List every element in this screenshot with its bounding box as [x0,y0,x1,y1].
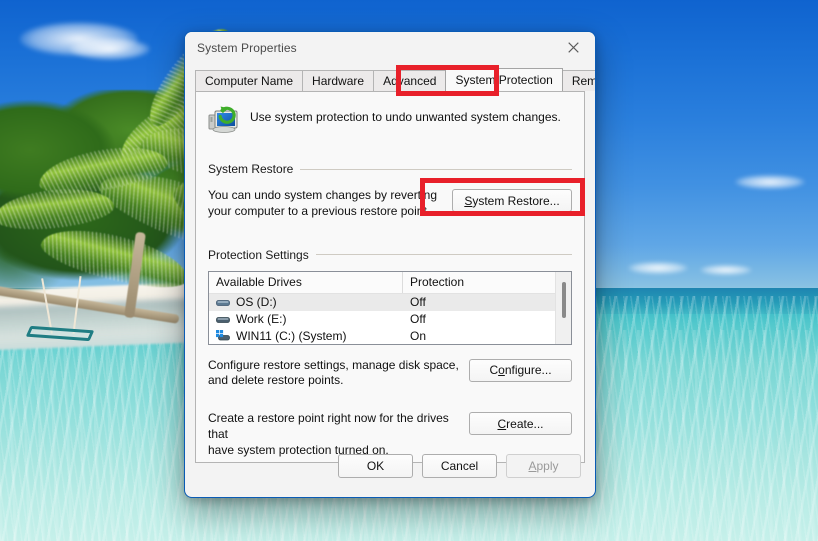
drive-name-cell: OS (D:) [209,295,403,309]
group-divider [315,254,572,256]
dialog-titlebar: System Properties [185,32,595,63]
protection-settings-group: Protection Settings Available Drives Pro… [208,248,572,459]
system-protection-panel: Use system protection to undo unwanted s… [195,91,585,463]
windows-drive-icon [216,330,230,342]
wallpaper-cloud [735,175,805,189]
drive-label: WIN11 (C:) (System) [236,329,347,344]
table-row[interactable]: WIN11 (C:) (System) On [209,328,555,344]
hard-drive-icon [216,313,230,325]
tab-computer-name[interactable]: Computer Name [195,70,304,91]
tab-hardware[interactable]: Hardware [302,70,375,91]
intro-text: Use system protection to undo unwanted s… [250,110,561,124]
protection-settings-group-header: Protection Settings [208,248,572,262]
drive-protection-cell: Off [410,312,426,327]
cancel-button[interactable]: Cancel [422,454,497,478]
tab-label: Advanced [383,74,437,88]
close-icon[interactable] [551,32,595,62]
system-protection-icon [208,105,240,138]
tab-advanced[interactable]: Advanced [373,70,447,91]
group-divider [300,168,572,170]
dialog-footer: OK Cancel Apply [185,435,595,497]
tab-label: Hardware [312,74,365,88]
system-restore-description: You can undo system changes by reverting… [208,188,437,220]
tab-system-protection[interactable]: System Protection [445,68,563,91]
system-properties-dialog: System Properties Computer Name Hardware… [184,31,596,498]
panel-intro: Use system protection to undo unwanted s… [208,105,572,138]
apply-button-label: Apply [528,459,559,473]
drives-table-header: Available Drives Protection [209,271,555,294]
drive-protection-cell: Off [410,295,426,310]
configure-button[interactable]: Configure... [469,358,572,382]
system-restore-button-label: System Restore... [464,193,560,208]
hard-drive-icon [216,296,230,308]
table-row[interactable]: Work (E:) Off [209,311,555,328]
wallpaper-cloud [700,265,752,275]
cancel-button-label: Cancel [440,459,479,473]
drive-label: Work (E:) [236,312,287,327]
configure-description-line2: and delete restore points. [208,373,344,388]
drive-label: OS (D:) [236,295,277,310]
tab-remote[interactable]: Remote [561,70,596,91]
system-restore-row: You can undo system changes by reverting… [208,188,572,220]
drive-name-cell: WIN11 (C:) (System) [209,329,403,343]
wallpaper-cloud [70,38,150,60]
drive-protection-cell: On [410,329,427,344]
create-button-label: Create... [497,416,544,431]
drive-name-cell: Work (E:) [209,312,403,326]
system-restore-button[interactable]: System Restore... [452,189,572,212]
group-label: Protection Settings [208,247,309,262]
group-label: System Restore [208,162,294,176]
wallpaper-cloud [628,262,688,274]
column-header-protection[interactable]: Protection [403,272,555,293]
apply-button: Apply [506,454,581,478]
system-restore-description-line2: your computer to a previous restore poin… [208,203,431,218]
scrollbar-thumb[interactable] [562,281,566,318]
ok-button-label: OK [366,459,385,473]
configure-description: Configure restore settings, manage disk … [208,358,459,390]
dialog-title: System Properties [197,40,297,55]
tab-label: Computer Name [205,74,294,88]
drives-table-body: OS (D:) Off Work (E:) Off WIN11 (C:) (Sy… [209,293,555,344]
system-restore-description-line1: You can undo system changes by reverting [208,188,438,202]
system-restore-group: System Restore You can undo system chang… [208,162,572,220]
tab-label: System Protection [455,73,553,87]
column-header-available-drives[interactable]: Available Drives [209,271,403,293]
tab-label: Remote [571,74,596,88]
create-button[interactable]: Create... [469,412,572,436]
configure-button-label: Configure... [489,363,552,378]
tab-strip: Computer Name Hardware Advanced System P… [185,68,596,91]
vertical-scrollbar[interactable] [555,271,571,344]
system-restore-group-header: System Restore [208,162,572,176]
configure-row: Configure restore settings, manage disk … [208,358,572,390]
drives-table[interactable]: Available Drives Protection OS (D:) Off … [208,270,572,345]
configure-description-line1: Configure restore settings, manage disk … [208,357,459,372]
ok-button[interactable]: OK [338,454,413,478]
drives-table-main: Available Drives Protection OS (D:) Off … [209,271,555,344]
table-row[interactable]: OS (D:) Off [209,293,555,311]
